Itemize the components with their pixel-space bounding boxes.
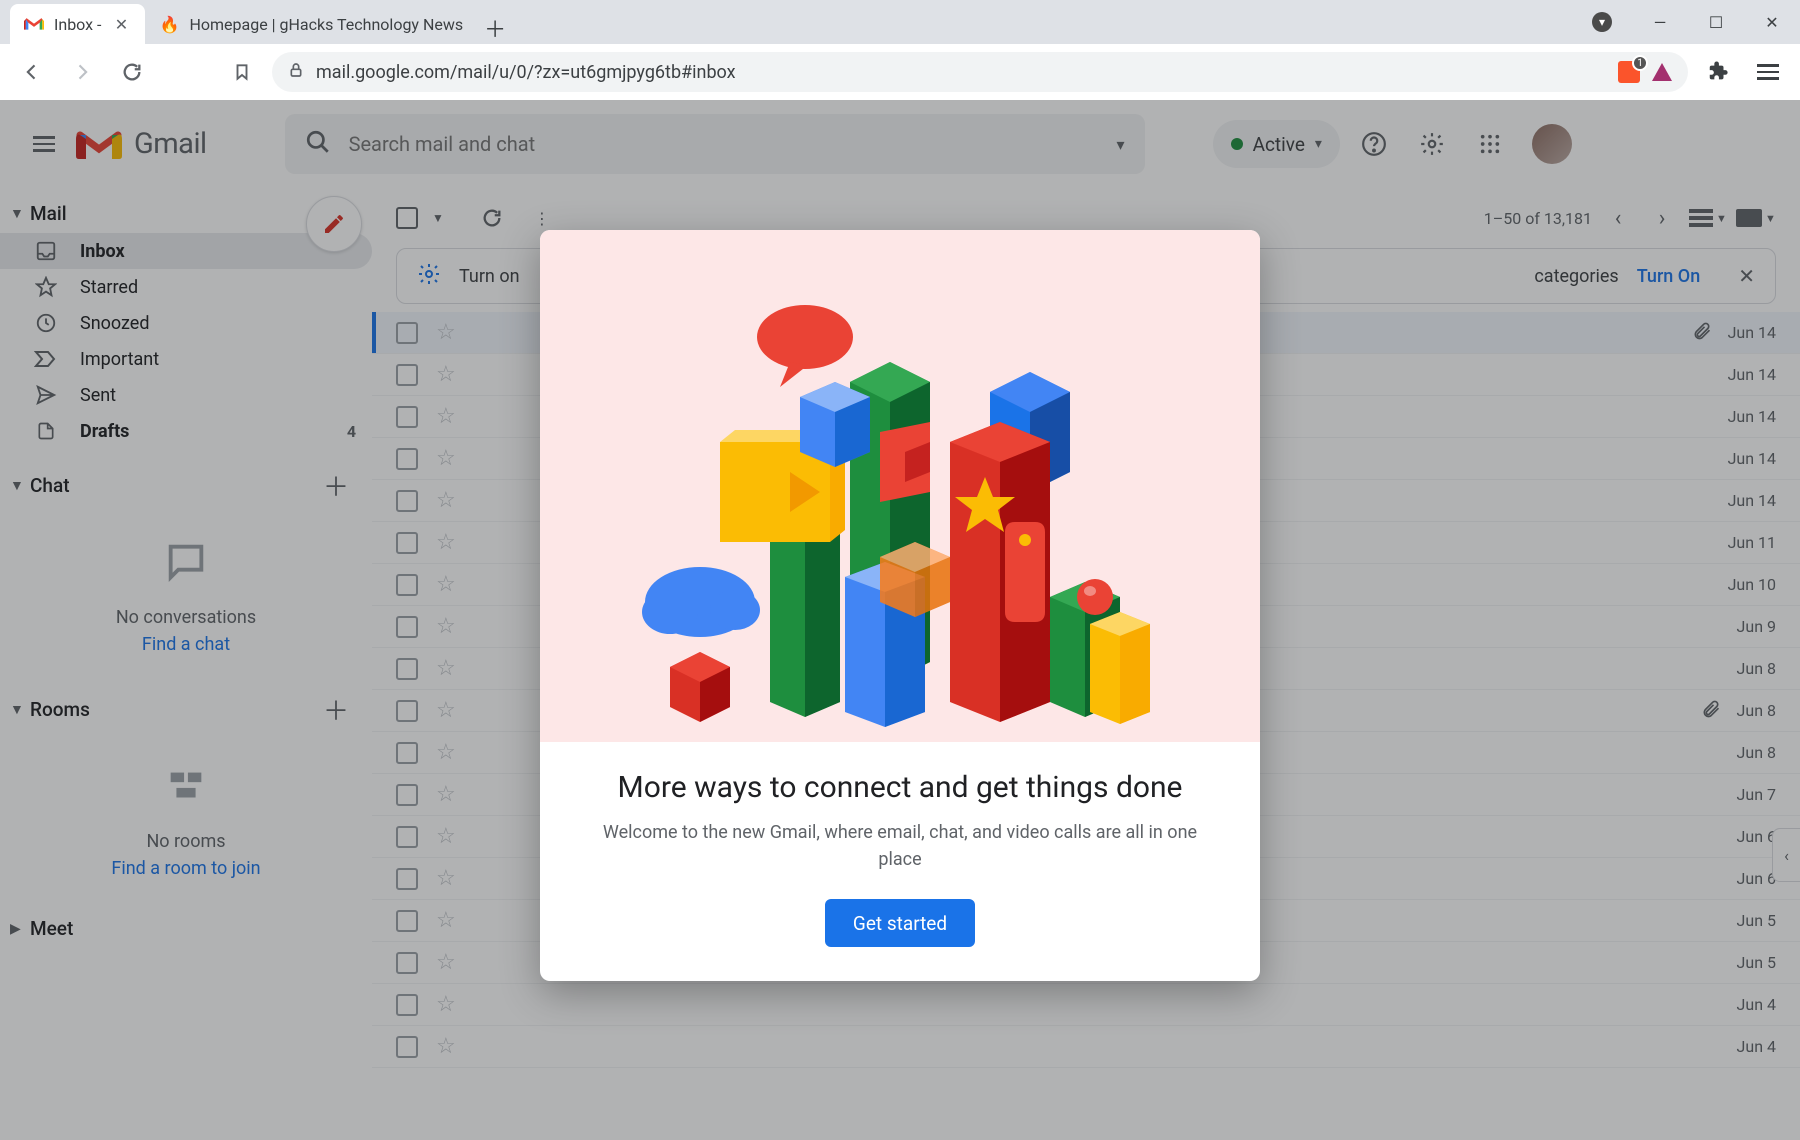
browser-tab[interactable]: 🔥 Homepage | gHacks Technology News: [145, 4, 477, 44]
modal-hero-image: [540, 230, 1260, 742]
back-icon[interactable]: [12, 52, 52, 92]
close-window-icon[interactable]: ✕: [1744, 2, 1800, 42]
gmail-favicon: [24, 14, 44, 34]
forward-icon: [62, 52, 102, 92]
browser-tab-active[interactable]: Inbox - ✕: [10, 4, 145, 44]
tab-close-icon[interactable]: ✕: [111, 14, 131, 34]
extensions-icon[interactable]: [1698, 61, 1738, 83]
url-text: mail.google.com/mail/u/0/?zx=ut6gmjpyg6t…: [316, 62, 736, 83]
address-bar[interactable]: mail.google.com/mail/u/0/?zx=ut6gmjpyg6t…: [272, 52, 1688, 92]
bookmark-icon[interactable]: [222, 52, 262, 92]
window-controls: ▾ — ☐ ✕: [1592, 0, 1800, 44]
browser-menu-icon[interactable]: [1748, 64, 1788, 80]
tab-strip: Inbox - ✕ 🔥 Homepage | gHacks Technology…: [0, 0, 1800, 44]
address-bar-row: mail.google.com/mail/u/0/?zx=ut6gmjpyg6t…: [0, 44, 1800, 100]
shield-icon[interactable]: ▾: [1592, 12, 1612, 32]
welcome-modal: More ways to connect and get things done…: [540, 230, 1260, 981]
ghacks-favicon: 🔥: [159, 14, 179, 34]
tab-title: Inbox -: [54, 15, 101, 34]
browser-chrome: Inbox - ✕ 🔥 Homepage | gHacks Technology…: [0, 0, 1800, 100]
modal-subtitle: Welcome to the new Gmail, where email, c…: [580, 819, 1220, 873]
lock-icon: [288, 61, 304, 84]
maximize-icon[interactable]: ☐: [1688, 2, 1744, 42]
reload-icon[interactable]: [112, 52, 152, 92]
new-tab-button[interactable]: ＋: [477, 12, 513, 44]
minimize-icon[interactable]: —: [1632, 2, 1688, 42]
modal-title: More ways to connect and get things done: [580, 770, 1220, 805]
modal-overlay[interactable]: More ways to connect and get things done…: [0, 100, 1800, 1140]
brave-shield-icon[interactable]: 1: [1618, 61, 1640, 83]
brave-rewards-icon[interactable]: [1652, 63, 1672, 81]
tab-title: Homepage | gHacks Technology News: [189, 15, 463, 34]
get-started-button[interactable]: Get started: [825, 899, 975, 947]
modal-body: More ways to connect and get things done…: [540, 742, 1260, 981]
